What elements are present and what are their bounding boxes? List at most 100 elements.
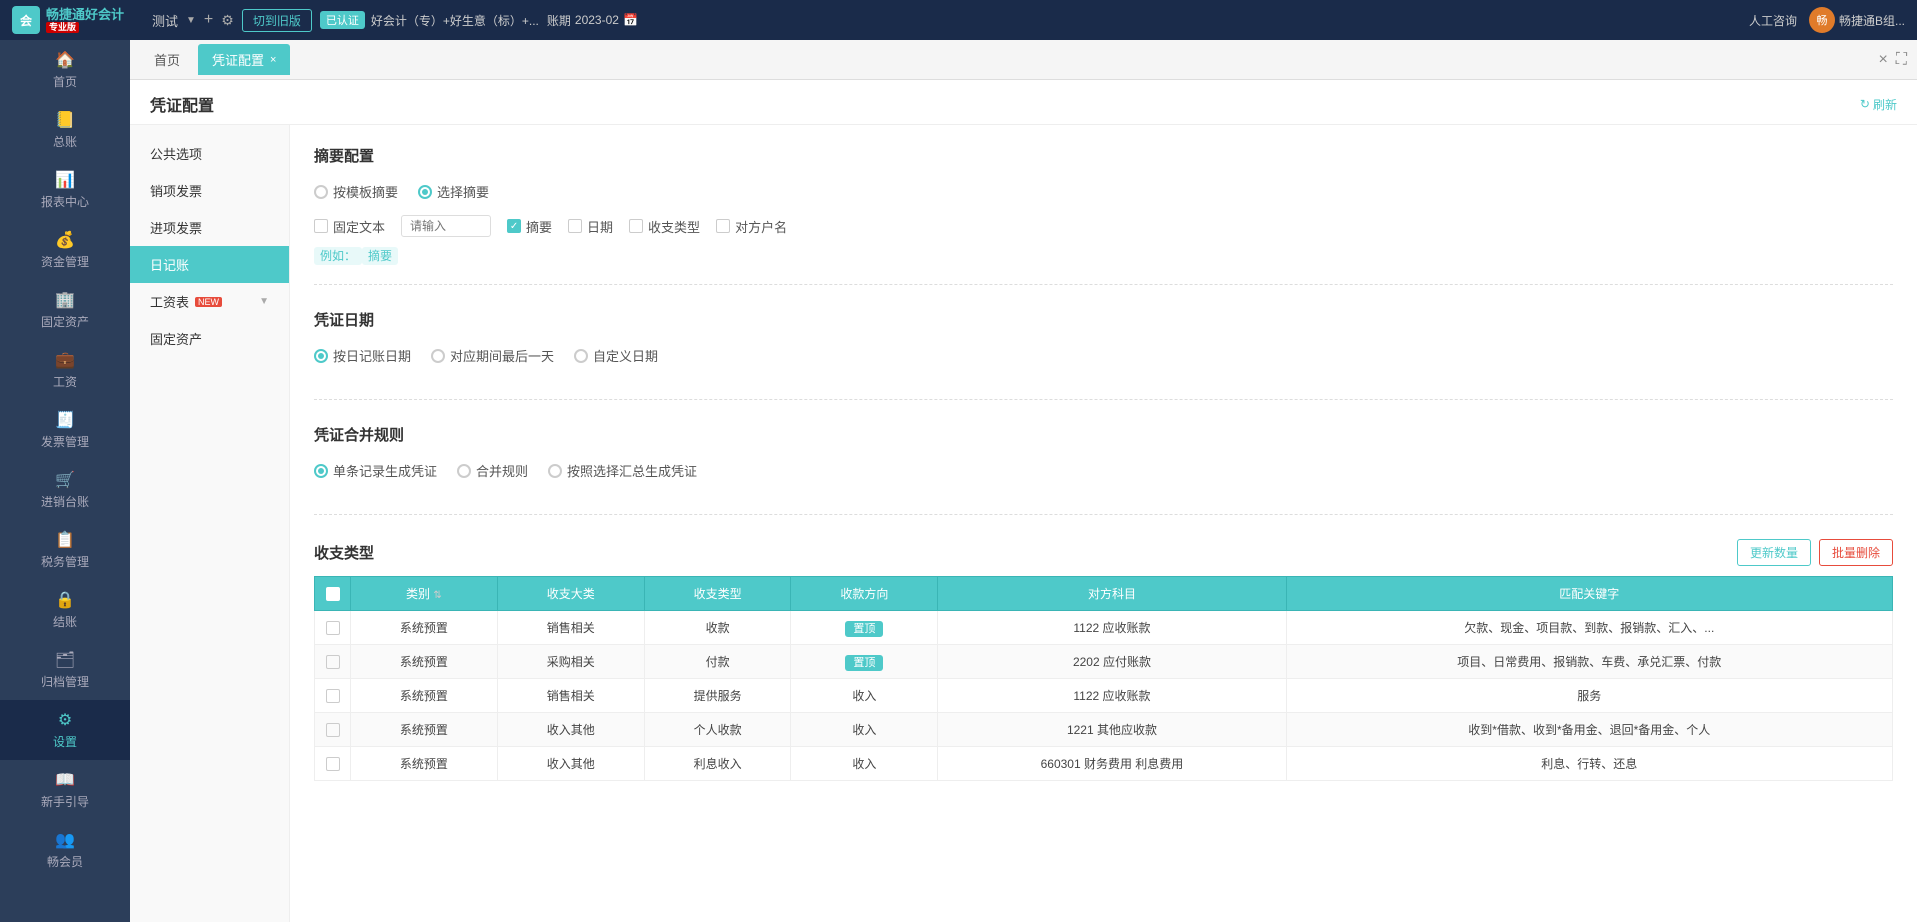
consult-link[interactable]: 人工咨询 [1749,12,1797,29]
sidebar-item-finance[interactable]: 💰 资金管理 [0,220,130,280]
topbar-tags: 已认证 好会计（专）+好生意（标）+... [320,11,539,29]
row-checkbox[interactable] [326,621,340,635]
table-row: 系统预置收入其他利息收入收入660301 财务费用 利息费用利息、行转、还息 [315,747,1893,781]
left-nav: 公共选项 销项发票 进项发票 日记账 工资表 NEW ▼ 固定资产 [130,125,290,922]
window-close-button[interactable]: × [1878,51,1887,69]
radio-merge-rules[interactable]: 合并规则 [457,461,528,480]
radio-custom-date[interactable]: 自定义日期 [574,346,658,365]
sidebar-item-guide[interactable]: 📖 新手引导 [0,760,130,820]
row-account: 1122 应收账款 [938,679,1286,713]
radio-circle-merge [457,464,471,478]
tab-voucher-config[interactable]: 凭证配置 × [198,44,290,75]
radio-circle-custom [574,349,588,363]
sidebar-item-reports[interactable]: 📊 报表中心 [0,160,130,220]
radio-template-summary[interactable]: 按模板摘要 [314,182,398,201]
sidebar: 🏠 首页 📒 总账 📊 报表中心 💰 资金管理 🏢 固定资产 💼 工资 🧾 发票… [0,40,130,922]
radio-period-last-day[interactable]: 对应期间最后一天 [431,346,554,365]
sidebar-item-member[interactable]: 👥 畅会员 [0,820,130,880]
sidebar-item-archive[interactable]: 🗂 归档管理 [0,640,130,700]
sidebar-item-close[interactable]: 🔒 结账 [0,580,130,640]
tab-close-icon[interactable]: × [270,54,276,66]
topbar: 会 畅捷通好会计 专业版 测试 ▼ + ⚙ 切到旧版 已认证 好会计（专）+好生… [0,0,1917,40]
sidebar-item-home[interactable]: 🏠 首页 [0,40,130,100]
row-checkbox[interactable] [326,689,340,703]
direction-tag[interactable]: 置顶 [845,655,883,671]
home-icon: 🏠 [55,50,75,70]
sidebar-item-purchase[interactable]: 🛒 进销台账 [0,460,130,520]
calendar-icon[interactable]: 📅 [623,13,638,27]
row-type: 收款 [644,611,791,645]
row-account: 660301 财务费用 利息费用 [938,747,1286,781]
radio-select-summary[interactable]: 选择摘要 [418,182,489,201]
sidebar-item-salary[interactable]: 💼 工资 [0,340,130,400]
nav-item-public[interactable]: 公共选项 [130,135,289,172]
switch-version-button[interactable]: 切到旧版 [242,9,312,32]
assets-icon: 🏢 [55,290,75,310]
sidebar-item-assets[interactable]: 🏢 固定资产 [0,280,130,340]
th-type: 收支类型 [644,577,791,611]
sidebar-label-purchase: 进销台账 [41,493,89,510]
update-count-button[interactable]: 更新数量 [1737,539,1811,566]
batch-delete-button[interactable]: 批量删除 [1819,539,1893,566]
nav-item-payroll[interactable]: 工资表 NEW ▼ [130,283,289,320]
checkbox-type[interactable]: 收支类型 [629,217,700,236]
direction-tag[interactable]: 置顶 [845,621,883,637]
row-checkbox[interactable] [326,757,340,771]
checkbox-summary[interactable]: ✓ 摘要 [507,217,552,236]
sidebar-label-tax: 税务管理 [41,553,89,570]
radio-aggregate[interactable]: 按照选择汇总生成凭证 [548,461,697,480]
sidebar-item-settings[interactable]: ⚙ 设置 [0,700,130,760]
topbar-settings-icon[interactable]: ⚙ [221,12,234,29]
fixed-text-input[interactable] [401,215,491,237]
tab-home[interactable]: 首页 [140,44,194,75]
date-section: 凭证日期 按日记账日期 对应期间最后一天 自定义日期 [314,309,1893,400]
category-sort-icon[interactable]: ⇅ [433,590,441,601]
income-expense-table: 类别 ⇅ 收支大类 收支类型 收款方向 [314,576,1893,781]
row-major-type: 销售相关 [497,679,644,713]
sidebar-label-close: 结账 [53,613,77,630]
two-col-layout: 公共选项 销项发票 进项发票 日记账 工资表 NEW ▼ 固定资产 [130,125,1917,922]
table-row: 系统预置收入其他个人收款收入1221 其他应收款收到*借款、收到*备用金、退回*… [315,713,1893,747]
row-checkbox[interactable] [326,723,340,737]
th-checkbox[interactable] [315,577,351,611]
company-name: 测试 [152,11,178,30]
table-row: 系统预置销售相关收款置顶1122 应收账款欠款、现金、项目款、到款、报销款、汇入… [315,611,1893,645]
merge-radio-group: 单条记录生成凭证 合并规则 按照选择汇总生成凭证 [314,461,1893,480]
sidebar-item-ledger[interactable]: 📒 总账 [0,100,130,160]
sidebar-label-invoice: 发票管理 [41,433,89,450]
ledger-icon: 📒 [55,110,75,130]
row-checkbox-cell [315,679,351,713]
sidebar-item-tax[interactable]: 📋 税务管理 [0,520,130,580]
refresh-button[interactable]: ↻ 刷新 [1860,96,1897,113]
nav-item-sales-invoice[interactable]: 销项发票 [130,172,289,209]
select-all-checkbox[interactable] [326,587,340,601]
nav-item-journal[interactable]: 日记账 [130,246,289,283]
checkbox-counterpart[interactable]: 对方户名 [716,217,787,236]
checkbox-fixed-text[interactable]: 固定文本 [314,217,385,236]
tabbar-right: × ⛶ [1878,51,1907,69]
payroll-expand-icon[interactable]: ▼ [259,296,269,307]
row-keywords: 收到*借款、收到*备用金、退回*备用金、个人 [1286,713,1892,747]
window-expand-button[interactable]: ⛶ [1896,51,1907,69]
radio-journal-date[interactable]: 按日记账日期 [314,346,411,365]
nav-item-purchase-invoice[interactable]: 进项发票 [130,209,289,246]
sidebar-item-invoice[interactable]: 🧾 发票管理 [0,400,130,460]
checkbox-date[interactable]: 日期 [568,217,613,236]
row-keywords: 欠款、现金、项目款、到款、报销款、汇入、... [1286,611,1892,645]
tabbar: 首页 凭证配置 × × ⛶ [130,40,1917,80]
member-icon: 👥 [55,830,75,850]
company-dropdown-icon[interactable]: ▼ [186,15,196,26]
purchase-icon: 🛒 [55,470,75,490]
row-direction: 收入 [791,747,938,781]
row-checkbox-cell [315,713,351,747]
add-button[interactable]: + [204,11,213,29]
radio-single-record[interactable]: 单条记录生成凭证 [314,461,437,480]
radio-circle-select [418,185,432,199]
row-checkbox-cell [315,747,351,781]
row-keywords: 服务 [1286,679,1892,713]
table-row: 系统预置采购相关付款置顶2202 应付账款项目、日常费用、报销款、车费、承兑汇票… [315,645,1893,679]
row-checkbox[interactable] [326,655,340,669]
income-expense-section: 收支类型 更新数量 批量删除 [314,539,1893,781]
nav-item-fixed-assets[interactable]: 固定资产 [130,320,289,357]
th-keywords: 匹配关键字 [1286,577,1892,611]
